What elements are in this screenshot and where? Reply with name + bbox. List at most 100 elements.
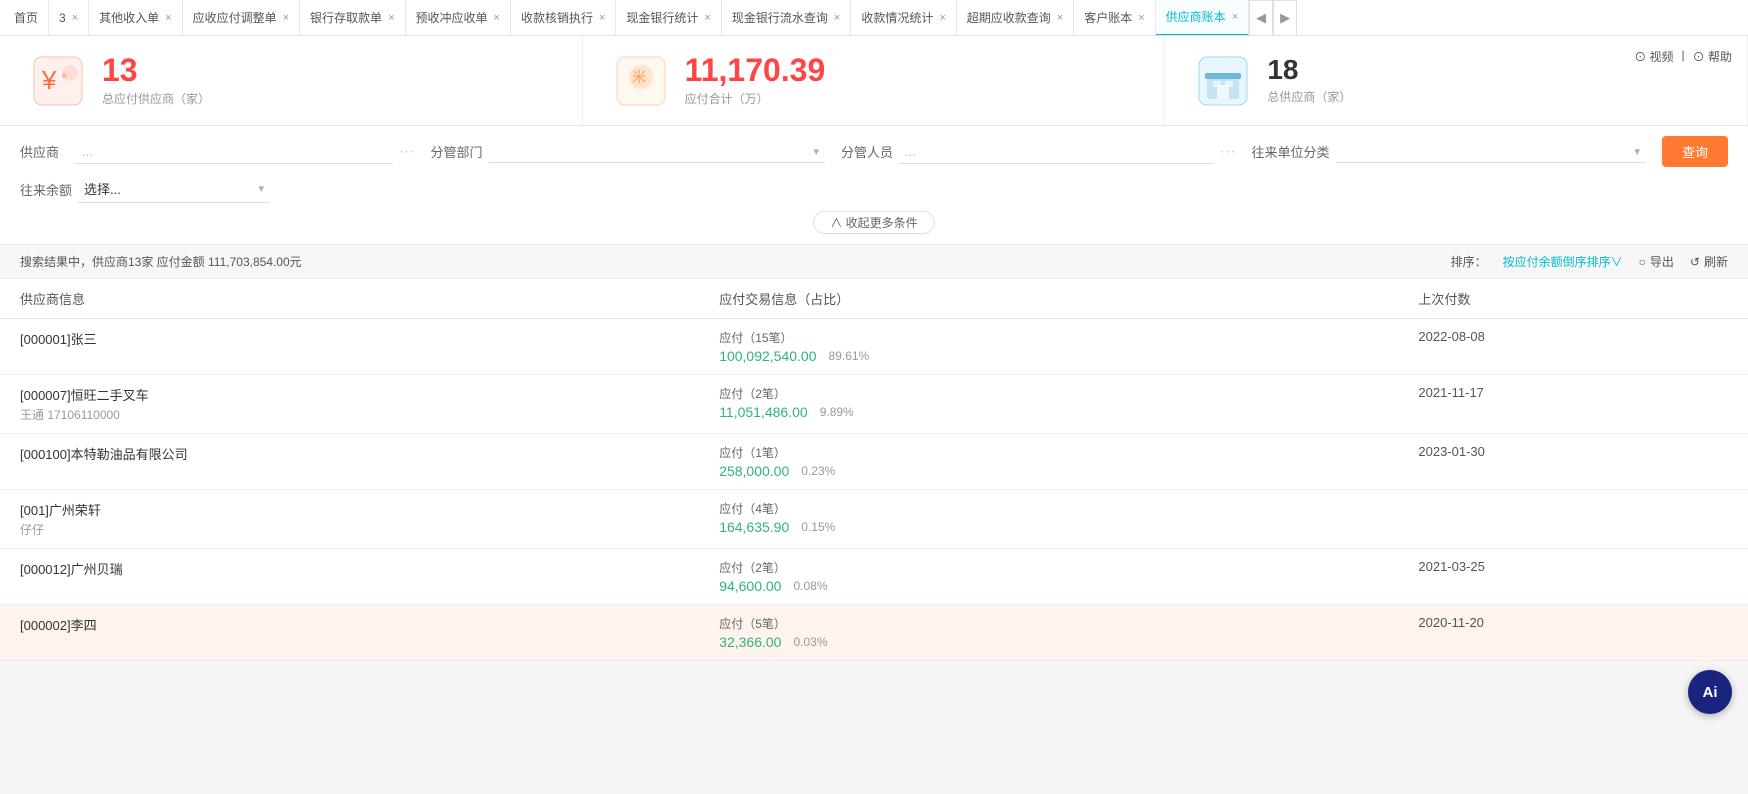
supplier-link[interactable]: [000100]本特勒油品有限公司 [20,444,188,463]
supplier-input[interactable] [76,140,393,164]
dept-select[interactable]: ▾ [489,141,825,163]
nav-tab-label: 银行存取款单 [310,9,382,26]
nav-tab-home[interactable]: 首页 [4,0,49,36]
last-date: 2020-11-20 [1418,615,1484,630]
table-row: [000001]张三 应付（15笔） 100,092,540.00 89.61% 202… [0,319,1748,375]
video-link[interactable]: ⊙ 视频 [1634,48,1673,65]
supplier-dots[interactable]: ··· [399,143,415,161]
amount-link[interactable]: 258,000.00 [719,463,789,479]
collapse-button[interactable]: ∧ 收起更多条件 [813,211,934,234]
last-date-cell: 2020-11-20 [1398,605,1748,661]
table-row: [000007]恒旺二手叉车王通 17106110000 应付（2笔） 11,051… [0,375,1748,434]
close-icon[interactable]: × [72,12,78,24]
top-navigation: 首页 3 × 其他收入单 × 应收应付调整单 × 银行存取款单 × 预收冲应收单… [0,0,1748,36]
person-input[interactable] [899,140,1214,164]
last-date-cell [1398,490,1748,549]
help-link[interactable]: ⊙ 帮助 [1693,48,1732,65]
tx-info-cell: 应付（1笔）258,000.000.23% [699,434,1398,490]
nav-next-button[interactable]: ▶ [1273,0,1297,36]
last-date-cell: 2023-01-30 [1398,434,1748,490]
svg-text:¥: ¥ [41,65,57,95]
nav-tab-receipt-stat[interactable]: 收款情况统计 × [851,0,956,36]
table-body: [000001]张三 应付（15笔） 100,092,540.00 89.61% 202… [0,319,1748,661]
tx-label: 应付（2笔） [719,385,1378,402]
collapse-bar: ∧ 收起更多条件 [20,211,1728,234]
filter-row-2: 往来余额 选择... ▾ [20,175,1728,203]
tx-pct: 89.61% [829,349,870,363]
nav-tab-customer-ledger[interactable]: 客户账本 × [1074,0,1155,36]
tx-pct: 0.03% [793,635,827,649]
close-icon[interactable]: × [704,12,710,24]
summary-total-text: 18 总供应商（家） [1267,56,1351,105]
close-icon[interactable]: × [165,12,171,24]
nav-tab-overdue-ar[interactable]: 超期应收款查询 × [957,0,1074,36]
amount-link[interactable]: 11,051,486.00 [719,404,808,420]
filter-balance: 往来余额 选择... ▾ [20,175,270,203]
close-icon[interactable]: × [388,12,394,24]
nav-tab-receipt-exec[interactable]: 收款核销执行 × [511,0,616,36]
ai-badge[interactable]: Ai [1688,670,1732,714]
summary-ap-suppliers: ¥ ₀ 13 总应付供应商（家） [0,36,583,125]
sort-select[interactable]: 按应付余额倒序排序∨ [1503,253,1623,270]
supplier-link[interactable]: [000007]恒旺二手叉车 [20,385,149,404]
supplier-info-cell: [000007]恒旺二手叉车王通 17106110000 [0,375,699,434]
refresh-button[interactable]: ↺ 刷新 [1690,253,1728,270]
supplier-sub: 仔仔 [20,521,679,538]
nav-tab-3[interactable]: 3 × [49,0,89,36]
summary-ap-total-text: 11,170.39 应付合计（万） [685,54,826,107]
supplier-link[interactable]: [000001]张三 [20,329,97,348]
supplier-link[interactable]: [001]广州荣轩 [20,500,101,519]
tx-label: 应付（4笔） [719,500,1378,517]
nav-prev-button[interactable]: ◀ [1249,0,1273,36]
amount-link[interactable]: 100,092,540.00 [719,348,816,364]
total-suppliers-label: 总供应商（家） [1267,88,1351,105]
filter-dept: 分管部门 ▾ [431,141,826,163]
help-separator: | [1682,48,1685,65]
supplier-link[interactable]: [000002]李四 [20,615,97,634]
ap-suppliers-label: 总应付供应商（家） [102,90,210,107]
close-icon[interactable]: × [1057,12,1063,24]
supplier-link[interactable]: [000012]广州贝瑞 [20,559,123,578]
close-icon[interactable]: × [283,12,289,24]
nav-tab-prepay-offset[interactable]: 预收冲应收单 × [406,0,511,36]
close-icon[interactable]: × [1232,11,1238,23]
nav-tab-label: 首页 [14,9,38,26]
close-icon[interactable]: × [599,12,605,24]
balance-select[interactable]: 选择... ▾ [78,175,270,203]
query-button[interactable]: 查询 [1662,136,1728,167]
tx-pct: 0.15% [801,520,835,534]
category-select[interactable]: ▾ [1336,141,1646,163]
last-date: 2022-08-08 [1418,329,1485,344]
tx-label: 应付（2笔） [719,559,1378,576]
nav-tab-ar-ap-adjust[interactable]: 应收应付调整单 × [183,0,300,36]
close-icon[interactable]: × [939,12,945,24]
nav-tab-label: 3 [59,11,66,25]
last-date-cell: 2022-08-08 [1398,319,1748,375]
last-date: 2021-11-17 [1418,385,1484,400]
close-icon[interactable]: × [1138,12,1144,24]
amount-link[interactable]: 32,366.00 [719,634,781,650]
filter-row-1: 供应商 ··· 分管部门 ▾ 分管人员 ··· 往来单位分类 ▾ 查询 [20,136,1728,167]
supplier-info-cell: [001]广州荣轩仔仔 [0,490,699,549]
svg-text:₀: ₀ [62,68,67,80]
export-button[interactable]: ○ 导出 [1639,253,1674,270]
nav-tab-cash-bank-flow[interactable]: 现金银行流水查询 × [722,0,851,36]
close-icon[interactable]: × [834,12,840,24]
ap-total-icon: 米 [613,53,669,109]
tx-label: 应付（15笔） [719,329,1378,346]
close-icon[interactable]: × [494,12,500,24]
category-label: 往来单位分类 [1252,142,1330,161]
nav-tab-supplier-ledger[interactable]: 供应商账本 × [1156,0,1249,36]
nav-tab-other-income[interactable]: 其他收入单 × [89,0,182,36]
nav-tab-cash-bank-stat[interactable]: 现金银行统计 × [616,0,721,36]
summary-ap-total: 米 11,170.39 应付合计（万） [583,36,1166,125]
ap-suppliers-icon: ¥ ₀ [30,53,86,109]
nav-tab-label: 收款情况统计 [861,9,933,26]
person-dots[interactable]: ··· [1220,143,1236,161]
nav-tab-bank-deposit[interactable]: 银行存取款单 × [300,0,405,36]
nav-tab-label: 客户账本 [1084,9,1132,26]
amount-link[interactable]: 164,635.90 [719,519,789,535]
amount-link[interactable]: 94,600.00 [719,578,781,594]
tx-pct: 0.23% [801,464,835,478]
supplier-info-cell: [000001]张三 [0,319,699,375]
